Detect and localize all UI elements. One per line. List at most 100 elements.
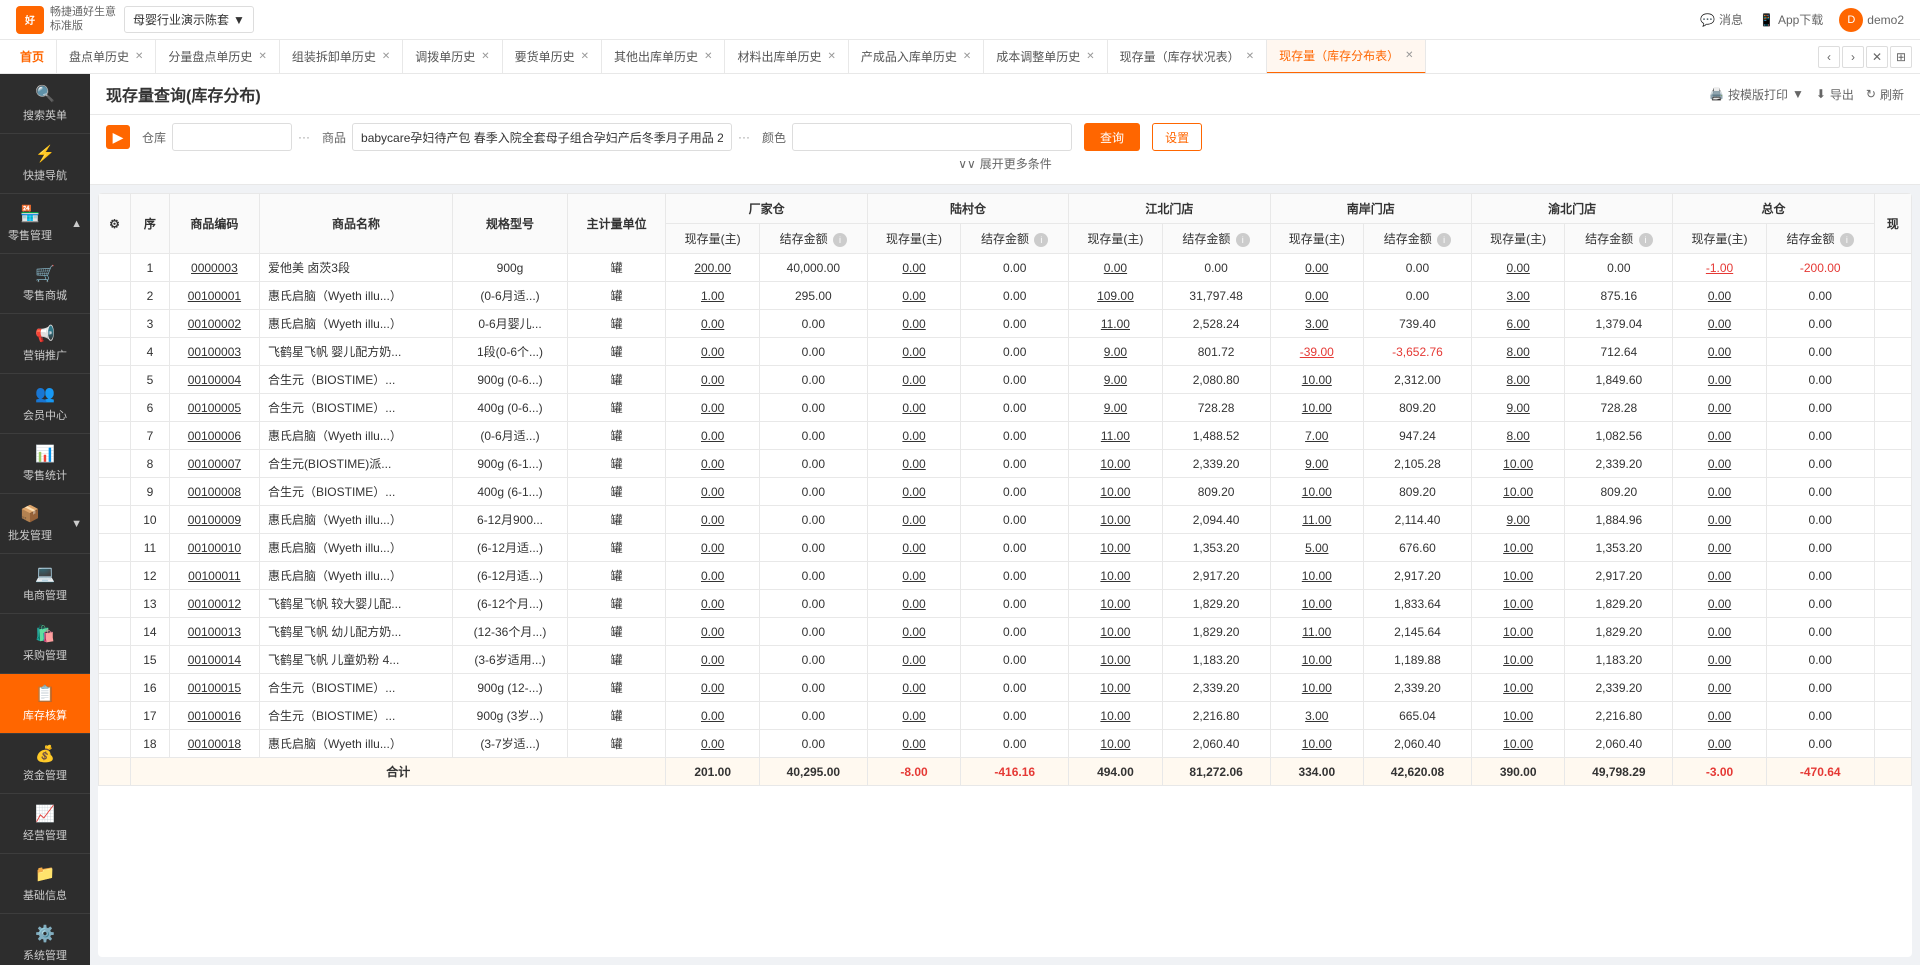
tab-expand-btn[interactable]: ⊞: [1890, 46, 1912, 68]
cell-t-qty[interactable]: 0.00: [1673, 590, 1766, 618]
cell-n-qty[interactable]: 0.00: [1270, 254, 1363, 282]
cell-y-qty[interactable]: 10.00: [1471, 534, 1564, 562]
tab-next-btn[interactable]: ›: [1842, 46, 1864, 68]
cell-code[interactable]: 00100009: [169, 506, 259, 534]
cell-l-qty[interactable]: 0.00: [867, 730, 960, 758]
print-btn[interactable]: 🖨️ 按模版打印 ▼: [1709, 86, 1804, 103]
cell-y-qty[interactable]: 10.00: [1471, 590, 1564, 618]
setting-btn[interactable]: 设置: [1152, 123, 1202, 151]
color-input[interactable]: [792, 123, 1072, 151]
cell-n-qty[interactable]: 9.00: [1270, 450, 1363, 478]
cell-t-qty[interactable]: 0.00: [1673, 702, 1766, 730]
cell-j-qty[interactable]: 9.00: [1069, 338, 1162, 366]
cell-y-qty[interactable]: 10.00: [1471, 702, 1564, 730]
refresh-btn[interactable]: ↻ 刷新: [1866, 86, 1904, 103]
message-btn[interactable]: 💬 消息: [1700, 11, 1743, 28]
cell-y-qty[interactable]: 6.00: [1471, 310, 1564, 338]
cell-t-qty[interactable]: 0.00: [1673, 618, 1766, 646]
cell-j-qty[interactable]: 11.00: [1069, 422, 1162, 450]
cell-n-qty[interactable]: 7.00: [1270, 422, 1363, 450]
cell-n-qty[interactable]: 3.00: [1270, 702, 1363, 730]
cell-n-qty[interactable]: 5.00: [1270, 534, 1363, 562]
cell-t-qty[interactable]: 0.00: [1673, 478, 1766, 506]
cell-l-qty[interactable]: 0.00: [867, 562, 960, 590]
cell-y-qty[interactable]: 9.00: [1471, 506, 1564, 534]
cell-l-qty[interactable]: 0.00: [867, 282, 960, 310]
tab-home[interactable]: 首页: [8, 40, 57, 74]
tab-product-in[interactable]: 产成品入库单历史 ✕: [849, 40, 984, 74]
sidebar-item-finance[interactable]: 💰 资金管理: [0, 734, 90, 794]
cell-j-qty[interactable]: 10.00: [1069, 646, 1162, 674]
goods-more-btn[interactable]: ···: [738, 130, 750, 144]
cell-n-qty[interactable]: 11.00: [1270, 506, 1363, 534]
cell-code[interactable]: 00100010: [169, 534, 259, 562]
cell-l-qty[interactable]: 0.00: [867, 338, 960, 366]
cell-j-qty[interactable]: 10.00: [1069, 618, 1162, 646]
cell-n-qty[interactable]: 10.00: [1270, 674, 1363, 702]
cell-j-qty[interactable]: 10.00: [1069, 702, 1162, 730]
cell-f-qty[interactable]: 0.00: [666, 702, 759, 730]
cell-code[interactable]: 00100006: [169, 422, 259, 450]
cell-code[interactable]: 00100004: [169, 366, 259, 394]
cell-y-qty[interactable]: 8.00: [1471, 338, 1564, 366]
cell-t-qty[interactable]: 0.00: [1673, 366, 1766, 394]
info-icon[interactable]: i: [1639, 233, 1653, 247]
sidebar-item-member[interactable]: 👥 会员中心: [0, 374, 90, 434]
cell-l-qty[interactable]: 0.00: [867, 618, 960, 646]
cell-n-qty[interactable]: -39.00: [1270, 338, 1363, 366]
cell-y-qty[interactable]: 10.00: [1471, 618, 1564, 646]
cell-n-qty[interactable]: 10.00: [1270, 730, 1363, 758]
cell-t-qty[interactable]: 0.00: [1673, 562, 1766, 590]
cell-l-qty[interactable]: 0.00: [867, 450, 960, 478]
cell-code[interactable]: 00100007: [169, 450, 259, 478]
cell-j-qty[interactable]: 10.00: [1069, 478, 1162, 506]
sidebar-item-shortcut[interactable]: ⚡ 快捷导航: [0, 134, 90, 194]
cell-l-qty[interactable]: 0.00: [867, 310, 960, 338]
close-icon[interactable]: ✕: [135, 51, 143, 62]
tab-transfer[interactable]: 调拨单历史 ✕: [403, 40, 502, 74]
close-icon[interactable]: ✕: [827, 51, 835, 62]
cell-f-qty[interactable]: 0.00: [666, 730, 759, 758]
cell-code[interactable]: 00100005: [169, 394, 259, 422]
cell-n-qty[interactable]: 3.00: [1270, 310, 1363, 338]
tab-stock-status[interactable]: 现存量（库存状况表）✕: [1108, 40, 1267, 74]
close-icon[interactable]: ✕: [1086, 51, 1094, 62]
sidebar-item-system[interactable]: ⚙️ 系统管理: [0, 914, 90, 965]
goods-input[interactable]: [352, 123, 732, 151]
sidebar-item-wholesale[interactable]: 📦 批发管理 ▼: [0, 494, 90, 554]
cell-t-qty[interactable]: 0.00: [1673, 646, 1766, 674]
close-icon[interactable]: ✕: [1246, 51, 1254, 62]
close-icon[interactable]: ✕: [581, 51, 589, 62]
cell-n-qty[interactable]: 10.00: [1270, 590, 1363, 618]
cell-j-qty[interactable]: 109.00: [1069, 282, 1162, 310]
cell-l-qty[interactable]: 0.00: [867, 254, 960, 282]
cell-t-qty[interactable]: 0.00: [1673, 730, 1766, 758]
cell-t-qty[interactable]: 0.00: [1673, 282, 1766, 310]
cell-n-qty[interactable]: 0.00: [1270, 282, 1363, 310]
cell-y-qty[interactable]: 0.00: [1471, 254, 1564, 282]
tab-stock-dist[interactable]: 现存量（库存分布表）✕: [1267, 40, 1426, 74]
cell-y-qty[interactable]: 10.00: [1471, 674, 1564, 702]
warehouse-input[interactable]: [172, 123, 292, 151]
cell-j-qty[interactable]: 9.00: [1069, 394, 1162, 422]
close-icon[interactable]: ✕: [382, 51, 390, 62]
cell-f-qty[interactable]: 0.00: [666, 646, 759, 674]
sidebar-item-retail-store[interactable]: 🛒 零售商城: [0, 254, 90, 314]
cell-n-qty[interactable]: 11.00: [1270, 618, 1363, 646]
sidebar-item-retail-mgmt[interactable]: 🏪 零售管理 ▲: [0, 194, 90, 254]
tab-prev-btn[interactable]: ‹: [1818, 46, 1840, 68]
cell-t-qty[interactable]: 0.00: [1673, 422, 1766, 450]
cell-y-qty[interactable]: 10.00: [1471, 478, 1564, 506]
cell-l-qty[interactable]: 0.00: [867, 506, 960, 534]
cell-l-qty[interactable]: 0.00: [867, 534, 960, 562]
cell-code[interactable]: 00100013: [169, 618, 259, 646]
cell-j-qty[interactable]: 10.00: [1069, 562, 1162, 590]
sidebar-item-operation[interactable]: 📈 经营管理: [0, 794, 90, 854]
cell-f-qty[interactable]: 0.00: [666, 478, 759, 506]
cell-f-qty[interactable]: 0.00: [666, 422, 759, 450]
query-btn[interactable]: 查询: [1084, 123, 1140, 151]
cell-j-qty[interactable]: 0.00: [1069, 254, 1162, 282]
tab-close-btn[interactable]: ✕: [1866, 46, 1888, 68]
cell-j-qty[interactable]: 10.00: [1069, 674, 1162, 702]
cell-j-qty[interactable]: 10.00: [1069, 506, 1162, 534]
